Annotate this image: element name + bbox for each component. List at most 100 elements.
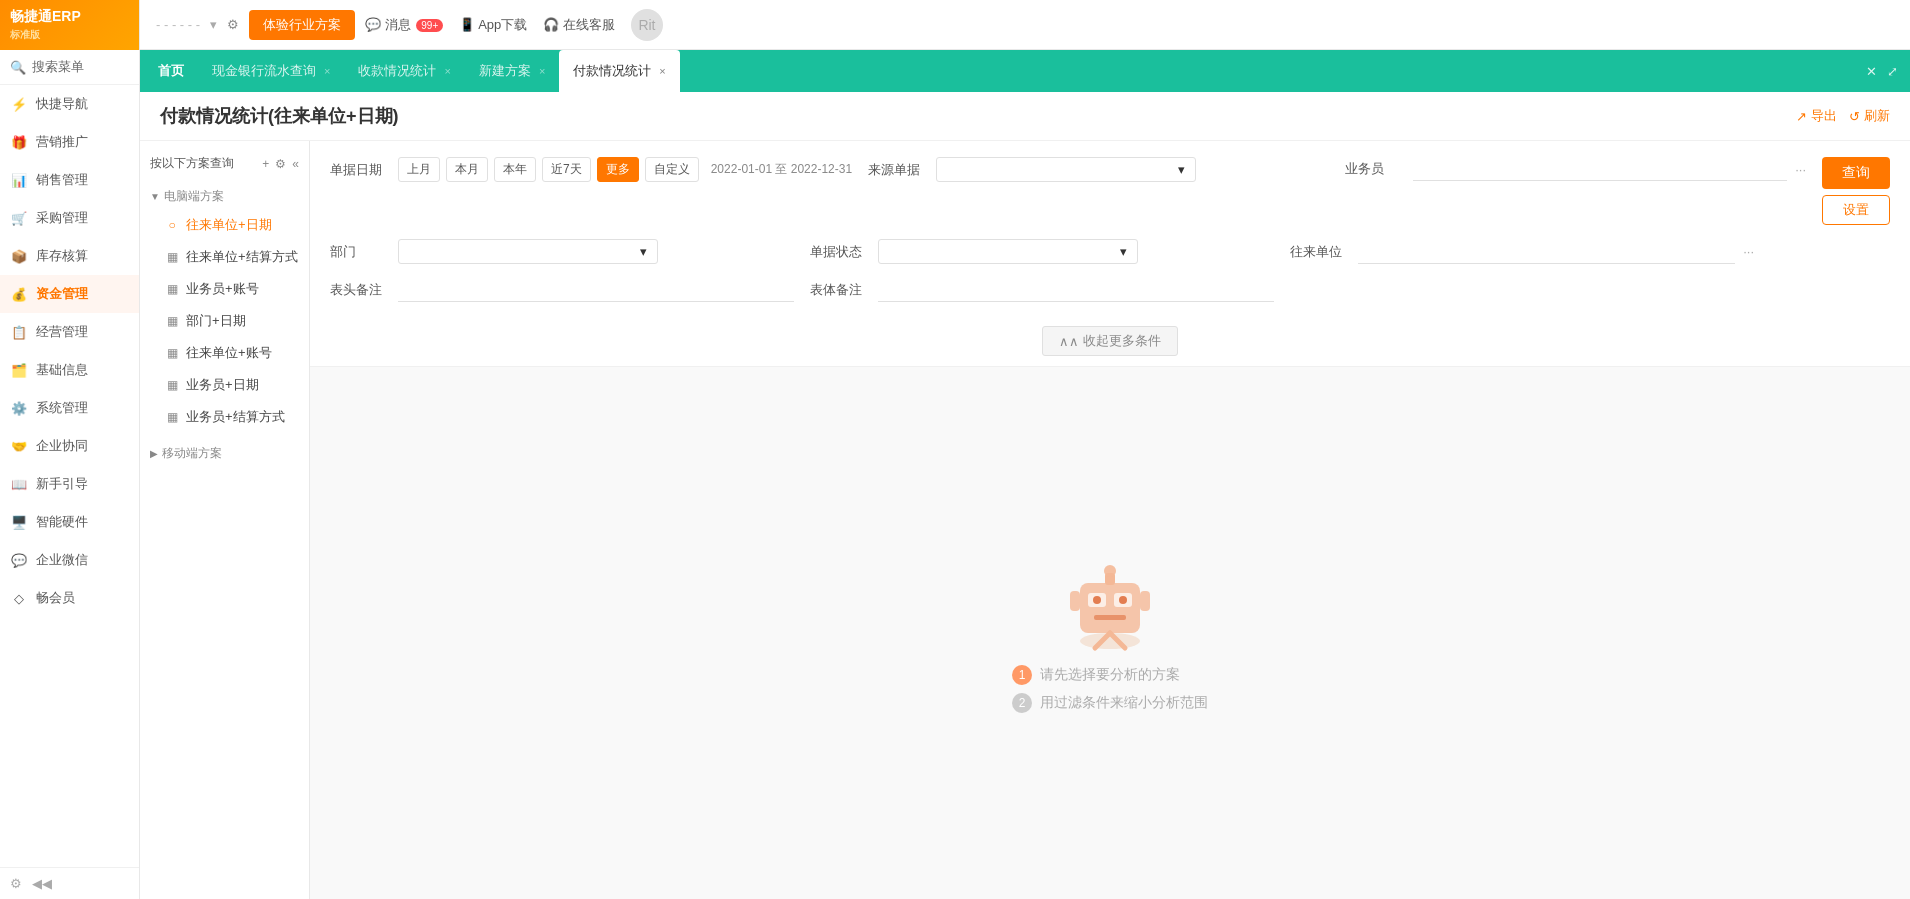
gear-icon[interactable]: ⚙ [227,17,239,32]
scheme-item-label-2: 业务员+账号 [186,280,259,298]
date-btn-lastmonth[interactable]: 上月 [398,157,440,182]
voucher-status-label: 单据状态 [810,243,870,261]
notifications-btn[interactable]: 💬 消息 99+ [365,16,443,34]
sidebar-item-finance[interactable]: 💰资金管理 [0,275,139,313]
scheme-panel-title: 按以下方案查询 [150,155,234,172]
date-btn-thisyear[interactable]: 本年 [494,157,536,182]
scheme-collapse-btn[interactable]: « [292,157,299,171]
sidebar-item-marketing[interactable]: 🎁营销推广 [0,123,139,161]
scheme-panel-header: 按以下方案查询 + ⚙ « [140,151,309,180]
sidebar-item-basicinfo[interactable]: 🗂️基础信息 [0,351,139,389]
scheme-item-3[interactable]: ▦部门+日期 [140,305,309,337]
scheme-item-0[interactable]: ○往来单位+日期 [140,209,309,241]
collapse-btn[interactable]: ∧∧ 收起更多条件 [1042,326,1178,356]
scheme-item-5[interactable]: ▦业务员+日期 [140,369,309,401]
source-select[interactable]: ▾ [936,157,1196,182]
dropdown-icon[interactable]: ▾ [210,17,217,32]
scheme-item-1[interactable]: ▦往来单位+结算方式 [140,241,309,273]
sidebar-icon-vip: ◇ [10,589,28,607]
sidebar-item-hardware[interactable]: 🖥️智能硬件 [0,503,139,541]
sidebar-search-label: 搜索菜单 [32,58,84,76]
app-download-btn[interactable]: 📱 App下载 [459,16,527,34]
scheme-group-desktop-title[interactable]: ▼ 电脑端方案 [140,184,309,209]
refresh-icon: ↺ [1849,109,1860,124]
scheme-item-label-1: 往来单位+结算方式 [186,248,298,266]
date-btn-thismonth[interactable]: 本月 [446,157,488,182]
source-dropdown-icon: ▾ [1178,162,1185,177]
sidebar-label-sales: 销售管理 [36,171,88,189]
refresh-btn[interactable]: ↺ 刷新 [1849,107,1890,125]
counterpart-dots-btn[interactable]: ··· [1743,244,1754,259]
scheme-item-icon-6: ▦ [164,409,180,425]
notification-badge: 99+ [416,19,443,32]
header-note-input[interactable] [398,278,794,302]
scheme-panel-actions: + ⚙ « [262,157,299,171]
tab-bank[interactable]: 现金银行流水查询 × [198,50,344,92]
trial-btn[interactable]: 体验行业方案 [249,10,355,40]
settings-btn[interactable]: 设置 [1822,195,1890,225]
salesperson-dots-btn[interactable]: ··· [1795,162,1806,177]
tab-new-plan-close[interactable]: × [539,65,545,77]
settings-icon[interactable]: ⚙ [10,876,22,891]
sidebar-item-search[interactable]: 🔍 搜索菜单 [0,50,139,85]
scheme-add-btn[interactable]: + [262,157,269,171]
online-service-btn[interactable]: 🎧 在线客服 [543,16,615,34]
sidebar-icon-sales: 📊 [10,171,28,189]
sidebar-label-basicinfo: 基础信息 [36,361,88,379]
tab-home[interactable]: 首页 [144,50,198,92]
sidebar-item-system[interactable]: ⚙️系统管理 [0,389,139,427]
tab-receipt[interactable]: 收款情况统计 × [344,50,464,92]
sidebar-item-cooperate[interactable]: 🤝企业协同 [0,427,139,465]
dept-select[interactable]: ▾ [398,239,658,264]
date-btn-more[interactable]: 更多 [597,157,639,182]
sidebar-item-operations[interactable]: 📋经营管理 [0,313,139,351]
sidebar-icon-cooperate: 🤝 [10,437,28,455]
right-panel: 单据日期 上月 本月 本年 近7天 更多 自定义 2022-01-01 至 20… [310,141,1910,899]
scheme-item-2[interactable]: ▦业务员+账号 [140,273,309,305]
scheme-group-mobile-title[interactable]: ▶ 移动端方案 [140,441,309,466]
counterpart-input[interactable] [1358,240,1735,264]
collapse-icon: ∧∧ [1059,334,1079,349]
tab-expand-icon[interactable]: ⤢ [1887,64,1898,79]
scheme-settings-btn[interactable]: ⚙ [275,157,286,171]
content-area: 付款情况统计(往来单位+日期) ↗ 导出 ↺ 刷新 按以下方案查询 + [140,92,1910,899]
tab-new-plan[interactable]: 新建方案 × [465,50,559,92]
tab-payment-close[interactable]: × [659,65,665,77]
tab-close-all-icon[interactable]: ✕ [1866,64,1877,79]
query-btn[interactable]: 查询 [1822,157,1890,189]
tab-receipt-close[interactable]: × [444,65,450,77]
empty-text: 1 请先选择要分析的方案 2 用过滤条件来缩小分析范围 [1012,665,1208,713]
tab-bank-close[interactable]: × [324,65,330,77]
salesperson-input[interactable] [1413,157,1787,181]
sidebar-icon-quicknav: ⚡ [10,95,28,113]
scheme-item-4[interactable]: ▦往来单位+账号 [140,337,309,369]
body-note-input[interactable] [878,278,1274,302]
export-btn[interactable]: ↗ 导出 [1796,107,1837,125]
scheme-group-mobile: ▶ 移动端方案 [140,437,309,470]
sidebar-label-vip: 畅会员 [36,589,75,607]
sidebar-item-wechat[interactable]: 💬企业微信 [0,541,139,579]
refresh-label: 刷新 [1864,107,1890,125]
filter-row-3: 表头备注 表体备注 [330,278,1890,302]
collapse-sidebar-icon[interactable]: ◀◀ [32,876,52,891]
sidebar-item-purchase[interactable]: 🛒采购管理 [0,199,139,237]
sidebar-item-sales[interactable]: 📊 销售管理 [0,161,139,199]
date-btn-custom[interactable]: 自定义 [645,157,699,182]
export-label: 导出 [1811,107,1837,125]
source-filter-col: 来源单据 ▾ [868,157,1329,182]
sidebar-label-operations: 经营管理 [36,323,88,341]
sidebar-item-guide[interactable]: 📖新手引导 [0,465,139,503]
voucher-status-select[interactable]: ▾ [878,239,1138,264]
date-btn-7days[interactable]: 近7天 [542,157,591,182]
sidebar-item-inventory[interactable]: 📦库存核算 [0,237,139,275]
step2-text: 用过滤条件来缩小分析范围 [1040,694,1208,712]
counterpart-label: 往来单位 [1290,243,1350,261]
scheme-item-6[interactable]: ▦业务员+结算方式 [140,401,309,433]
svg-rect-10 [1140,591,1150,611]
data-area: 1 请先选择要分析的方案 2 用过滤条件来缩小分析范围 [310,367,1910,899]
search-icon: 🔍 [10,60,26,75]
sidebar-item-vip[interactable]: ◇ 畅会员 [0,579,139,617]
sidebar-item-quicknav[interactable]: ⚡快捷导航 [0,85,139,123]
tab-payment[interactable]: 付款情况统计 × [559,50,679,92]
avatar[interactable]: Rit [631,9,663,41]
